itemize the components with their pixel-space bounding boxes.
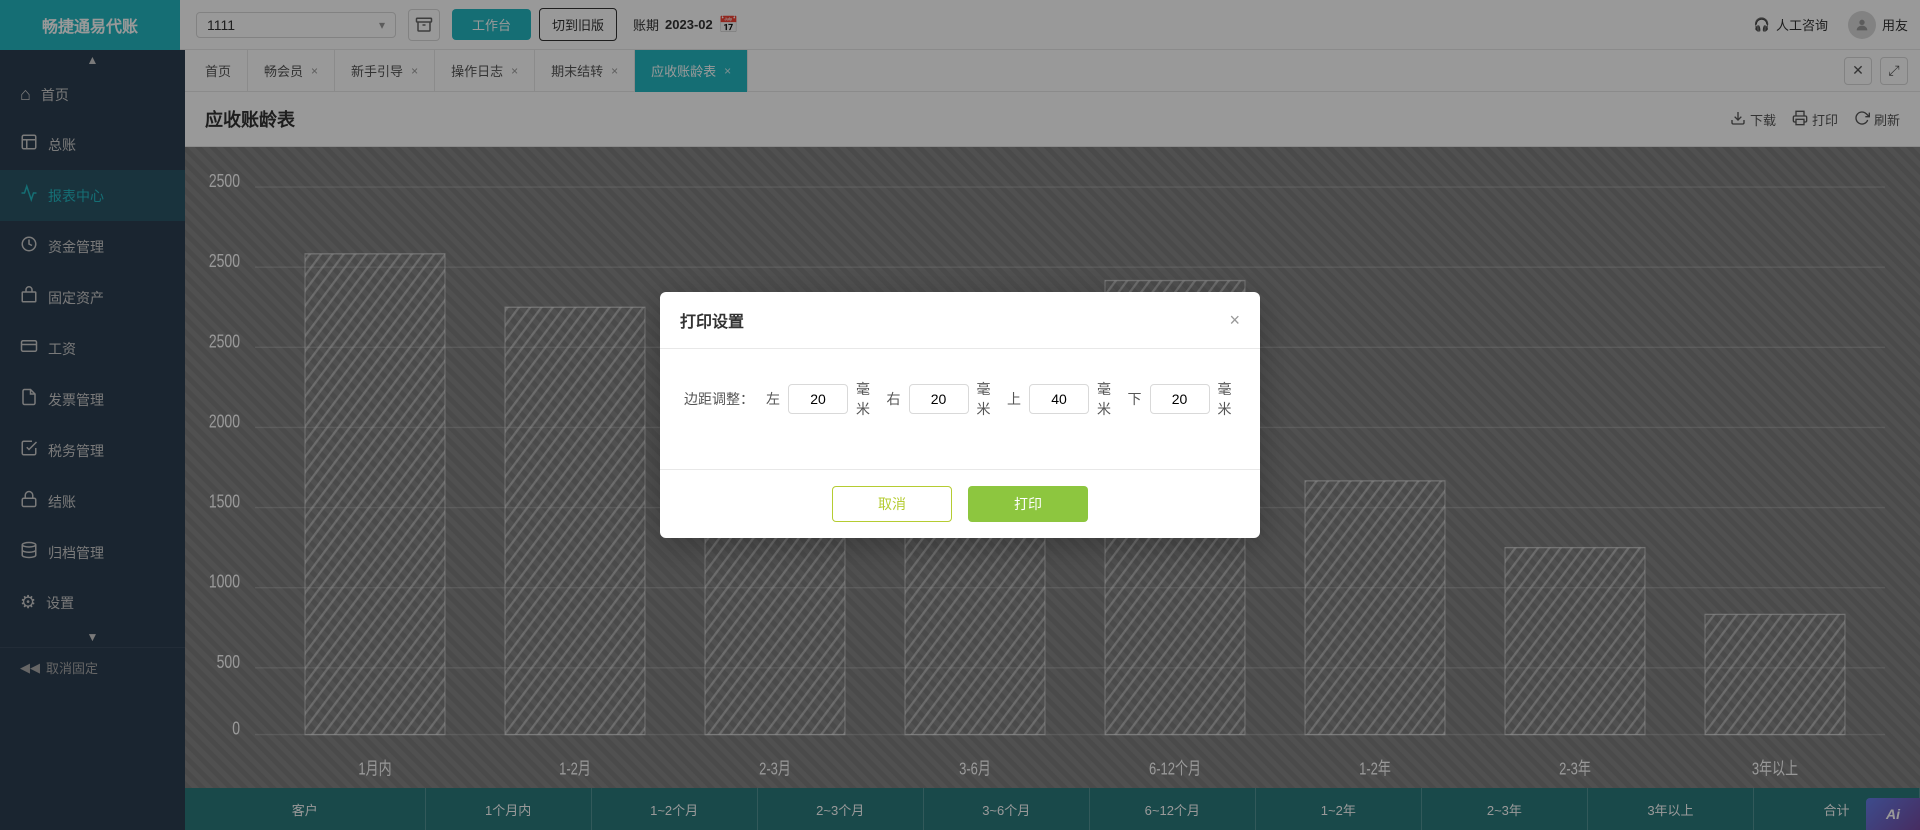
left-margin-input[interactable] bbox=[788, 384, 848, 414]
modal-overlay: 打印设置 × 边距调整： 左 毫米 右 毫米 上 毫米 bbox=[0, 0, 1920, 830]
right-unit: 毫米 bbox=[977, 379, 996, 419]
top-label: 上 bbox=[1007, 389, 1021, 409]
left-label: 左 bbox=[766, 389, 780, 409]
top-margin-group: 上 毫米 bbox=[1007, 379, 1116, 419]
cancel-button[interactable]: 取消 bbox=[832, 486, 952, 522]
bottom-unit: 毫米 bbox=[1218, 379, 1237, 419]
margin-adjust-label: 边距调整： bbox=[684, 389, 754, 409]
left-unit: 毫米 bbox=[856, 379, 875, 419]
margin-settings-row: 边距调整： 左 毫米 右 毫米 上 毫米 下 bbox=[684, 379, 1236, 419]
bottom-label: 下 bbox=[1128, 389, 1142, 409]
top-margin-input[interactable] bbox=[1029, 384, 1089, 414]
modal-close-button[interactable]: × bbox=[1229, 311, 1240, 329]
right-label: 右 bbox=[887, 389, 901, 409]
confirm-print-button[interactable]: 打印 bbox=[968, 486, 1088, 522]
top-unit: 毫米 bbox=[1097, 379, 1116, 419]
right-margin-input[interactable] bbox=[909, 384, 969, 414]
modal-body: 边距调整： 左 毫米 右 毫米 上 毫米 下 bbox=[660, 349, 1260, 469]
bottom-margin-input[interactable] bbox=[1150, 384, 1210, 414]
print-dialog: 打印设置 × 边距调整： 左 毫米 右 毫米 上 毫米 bbox=[660, 292, 1260, 538]
modal-header: 打印设置 × bbox=[660, 292, 1260, 349]
modal-footer: 取消 打印 bbox=[660, 469, 1260, 538]
bottom-margin-group: 下 毫米 bbox=[1128, 379, 1237, 419]
right-margin-group: 右 毫米 bbox=[887, 379, 996, 419]
left-margin-group: 左 毫米 bbox=[766, 379, 875, 419]
modal-title: 打印设置 bbox=[680, 308, 744, 332]
